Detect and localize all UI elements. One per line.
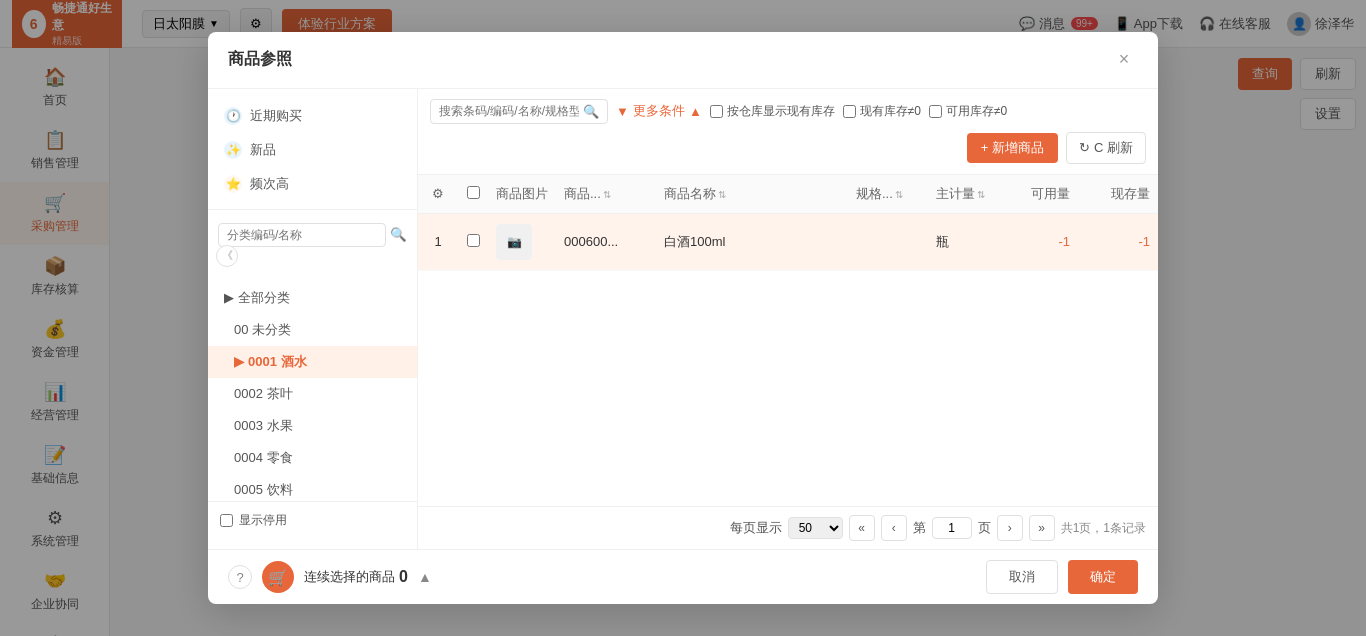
row-unit: 瓶 xyxy=(928,213,998,270)
row-spec xyxy=(848,213,928,270)
help-btn[interactable]: ? xyxy=(228,565,252,589)
row-stock: -1 xyxy=(1078,213,1158,270)
recent-icon: 🕐 xyxy=(224,107,242,125)
cat-0004[interactable]: 0004 零食 xyxy=(208,442,417,474)
product-reference-dialog: 商品参照 × 🕐 近期购买 ✨ 新品 ⭐ 频次高 xyxy=(208,32,1158,604)
confirm-btn[interactable]: 确定 xyxy=(1068,560,1138,594)
search-icon: 🔍 xyxy=(583,104,599,119)
dialog-header: 商品参照 × xyxy=(208,32,1158,89)
recent-purchase-item[interactable]: 🕐 近期购买 xyxy=(208,99,417,133)
product-image: 📷 xyxy=(496,224,532,260)
warehouse-stock-checkbox[interactable] xyxy=(710,105,723,118)
refresh-icon: ↻ xyxy=(1079,140,1090,155)
right-panel: 🔍 ▼ 更多条件 ▲ 按仓库显示现有库存 现有库存≠0 xyxy=(418,89,1158,549)
cat-0005[interactable]: 0005 饮料 xyxy=(208,474,417,501)
search-input[interactable] xyxy=(439,104,579,118)
collapse-footer-btn[interactable]: ▲ xyxy=(418,569,432,585)
row-name: 白酒100ml xyxy=(656,213,848,270)
page-input[interactable] xyxy=(932,517,972,539)
row-num: 1 xyxy=(418,213,458,270)
avail-nonzero-checkbox[interactable] xyxy=(929,105,942,118)
avail-nonzero-checkbox-group: 可用库存≠0 xyxy=(929,103,1007,120)
category-search-input[interactable] xyxy=(218,223,386,247)
tri-active-icon: ▶ xyxy=(234,354,244,369)
show-disabled-row: 显示停用 xyxy=(208,501,417,539)
last-page-btn[interactable]: » xyxy=(1029,515,1055,541)
col-header-code: 商品...⇅ xyxy=(556,175,656,214)
cat-0003[interactable]: 0003 水果 xyxy=(208,410,417,442)
row-code: 000600... xyxy=(556,213,656,270)
dialog-body: 🕐 近期购买 ✨ 新品 ⭐ 频次高 🔍 xyxy=(208,89,1158,549)
freq-icon: ⭐ xyxy=(224,175,242,193)
col-header-settings: ⚙ xyxy=(418,175,458,214)
per-page-select[interactable]: 50 10 20 100 xyxy=(788,517,843,539)
new-item[interactable]: ✨ 新品 xyxy=(208,133,417,167)
row-img: 📷 xyxy=(488,213,556,270)
close-dialog-btn[interactable]: × xyxy=(1110,46,1138,74)
settings-col-icon[interactable]: ⚙ xyxy=(432,186,444,201)
add-product-btn[interactable]: + 新增商品 xyxy=(967,133,1058,163)
cat-0002[interactable]: 0002 茶叶 xyxy=(208,378,417,410)
prev-page-btn[interactable]: ‹ xyxy=(881,515,907,541)
filter-icon: ▼ xyxy=(616,104,629,119)
row-avail: -1 xyxy=(998,213,1078,270)
selected-label: 连续选择的商品 0 xyxy=(304,568,408,586)
col-header-check xyxy=(458,175,488,214)
left-divider-1 xyxy=(208,209,417,210)
product-table: ⚙ 商品图片 商品...⇅ 商品名称⇅ xyxy=(418,175,1158,271)
stock-nonzero-checkbox-group: 现有库存≠0 xyxy=(843,103,921,120)
table-row[interactable]: 1 📷 000600... 白酒100ml xyxy=(418,213,1158,270)
col-header-img: 商品图片 xyxy=(488,175,556,214)
row-checkbox[interactable] xyxy=(467,234,480,247)
col-header-unit: 主计量⇅ xyxy=(928,175,998,214)
category-search-row: 🔍 xyxy=(208,218,417,252)
select-all-checkbox[interactable] xyxy=(467,186,480,199)
left-panel: 🕐 近期购买 ✨ 新品 ⭐ 频次高 🔍 xyxy=(208,89,418,549)
sort-spec-icon[interactable]: ⇅ xyxy=(895,189,903,200)
toolbar-right: + 新增商品 ↻ C 刷新 xyxy=(967,132,1146,164)
tri-icon: ▶ xyxy=(224,290,234,305)
cancel-btn[interactable]: 取消 xyxy=(986,560,1058,594)
sort-code-icon[interactable]: ⇅ xyxy=(603,189,611,200)
cat-0001[interactable]: ▶ 0001 酒水 xyxy=(208,346,417,378)
new-icon: ✨ xyxy=(224,141,242,159)
search-box: 🔍 xyxy=(430,99,608,124)
freq-item[interactable]: ⭐ 频次高 xyxy=(208,167,417,201)
table-header-row: ⚙ 商品图片 商品...⇅ 商品名称⇅ xyxy=(418,175,1158,214)
col-header-stock: 现存量 xyxy=(1078,175,1158,214)
row-check xyxy=(458,213,488,270)
cart-btn[interactable]: 🛒 xyxy=(262,561,294,593)
dialog-title: 商品参照 xyxy=(228,49,292,70)
sort-name-icon[interactable]: ⇅ xyxy=(718,189,726,200)
cat-all[interactable]: ▶ 全部分类 xyxy=(208,282,417,314)
dialog-footer: ? 🛒 连续选择的商品 0 ▲ 取消 确定 xyxy=(208,549,1158,604)
product-table-area: ⚙ 商品图片 商品...⇅ 商品名称⇅ xyxy=(418,175,1158,506)
more-filter-btn[interactable]: ▼ 更多条件 ▲ xyxy=(616,102,702,120)
sort-unit-icon[interactable]: ⇅ xyxy=(977,189,985,200)
next-page-btn[interactable]: › xyxy=(997,515,1023,541)
pagination: 每页显示 50 10 20 100 « ‹ 第 页 › » 共1页，1条记录 xyxy=(418,506,1158,549)
modal-overlay: 商品参照 × 🕐 近期购买 ✨ 新品 ⭐ 频次高 xyxy=(0,0,1366,636)
refresh-btn[interactable]: ↻ C 刷新 xyxy=(1066,132,1146,164)
col-header-name: 商品名称⇅ xyxy=(656,175,848,214)
col-header-spec: 规格...⇅ xyxy=(848,175,928,214)
footer-right: 取消 确定 xyxy=(986,560,1138,594)
footer-left: ? 🛒 连续选择的商品 0 ▲ xyxy=(228,561,432,593)
filter-up-icon: ▲ xyxy=(689,104,702,119)
category-search-btn[interactable]: 🔍 xyxy=(390,222,407,248)
show-disabled-checkbox[interactable] xyxy=(220,514,233,527)
col-header-avail: 可用量 xyxy=(998,175,1078,214)
toolbar: 🔍 ▼ 更多条件 ▲ 按仓库显示现有库存 现有库存≠0 xyxy=(418,89,1158,175)
first-page-btn[interactable]: « xyxy=(849,515,875,541)
stock-nonzero-checkbox[interactable] xyxy=(843,105,856,118)
cat-00[interactable]: 00 未分类 xyxy=(208,314,417,346)
category-list: ▶ 全部分类 00 未分类 ▶ 0001 酒水 0002 茶叶 0003 水果 … xyxy=(208,282,417,501)
warehouse-stock-checkbox-group: 按仓库显示现有库存 xyxy=(710,103,835,120)
collapse-panel-btn[interactable]: 《 xyxy=(216,245,238,267)
